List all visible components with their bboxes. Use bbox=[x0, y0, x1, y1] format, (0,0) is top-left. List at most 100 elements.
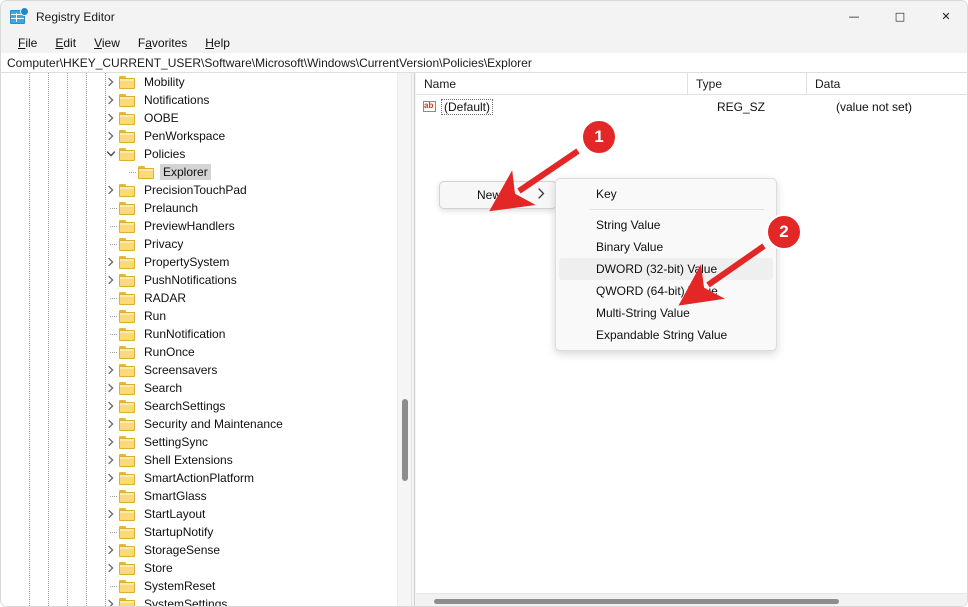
values-column-header: Name Type Data bbox=[416, 73, 967, 95]
tree-item-oobe[interactable]: OOBE bbox=[1, 109, 403, 127]
tree-item-searchsettings[interactable]: SearchSettings bbox=[1, 397, 403, 415]
tree-item-screensavers[interactable]: Screensavers bbox=[1, 361, 403, 379]
chevron-right-icon[interactable] bbox=[105, 505, 117, 523]
tree-item-label: PreviewHandlers bbox=[144, 219, 235, 233]
chevron-right-icon[interactable] bbox=[105, 541, 117, 559]
tree-item-label: SettingSync bbox=[144, 435, 209, 449]
tree-item-storagesense[interactable]: StorageSense bbox=[1, 541, 403, 559]
tree-item-settingsync[interactable]: SettingSync bbox=[1, 433, 403, 451]
tree-item-propertysystem[interactable]: PropertySystem bbox=[1, 253, 403, 271]
tree-item-store[interactable]: Store bbox=[1, 559, 403, 577]
tree-item-privacy[interactable]: Privacy bbox=[1, 235, 403, 253]
minimize-button[interactable]: — bbox=[831, 1, 877, 32]
chevron-right-icon[interactable] bbox=[105, 397, 117, 415]
tree-item-systemreset[interactable]: SystemReset bbox=[1, 577, 403, 595]
chevron-right-icon[interactable] bbox=[105, 271, 117, 289]
close-button[interactable]: ✕ bbox=[923, 1, 967, 32]
tree-item-policies[interactable]: Policies bbox=[1, 145, 403, 163]
chevron-right-icon[interactable] bbox=[105, 559, 117, 577]
tree-leaf-connector bbox=[105, 487, 117, 505]
chevron-right-icon[interactable] bbox=[105, 91, 117, 109]
tree-item-label: Privacy bbox=[144, 237, 184, 251]
tree-scrollbar-thumb[interactable] bbox=[402, 399, 408, 481]
chevron-right-icon[interactable] bbox=[105, 253, 117, 271]
tree-item-previewhandlers[interactable]: PreviewHandlers bbox=[1, 217, 403, 235]
folder-icon bbox=[119, 507, 135, 521]
tree-item-startupnotify[interactable]: StartupNotify bbox=[1, 523, 403, 541]
chevron-down-icon[interactable] bbox=[105, 145, 117, 163]
value-data: (value not set) bbox=[836, 100, 913, 114]
tree-item-label: PenWorkspace bbox=[144, 129, 226, 143]
chevron-right-icon[interactable] bbox=[105, 73, 117, 91]
menu-item-view[interactable]: View bbox=[85, 34, 129, 52]
tree-item-label: RunOnce bbox=[144, 345, 195, 359]
chevron-right-icon[interactable] bbox=[105, 361, 117, 379]
tree-item-search[interactable]: Search bbox=[1, 379, 403, 397]
tree-item-explorer[interactable]: Explorer bbox=[1, 163, 403, 181]
menu-item-file[interactable]: File bbox=[9, 34, 46, 52]
tree-item-runnotification[interactable]: RunNotification bbox=[1, 325, 403, 343]
registry-path: Computer\HKEY_CURRENT_USER\Software\Micr… bbox=[7, 55, 532, 70]
menu-item-binary-value[interactable]: Binary Value bbox=[559, 236, 773, 258]
chevron-right-icon[interactable] bbox=[105, 127, 117, 145]
tree-item-notifications[interactable]: Notifications bbox=[1, 91, 403, 109]
menu-item-edit[interactable]: Edit bbox=[46, 34, 85, 52]
menu-item-qword-64-bit-value[interactable]: QWORD (64-bit) Value bbox=[559, 280, 773, 302]
chevron-right-icon[interactable] bbox=[105, 181, 117, 199]
string-value-icon: ab bbox=[423, 100, 437, 114]
menu-item-dword-32-bit-value[interactable]: DWORD (32-bit) Value bbox=[559, 258, 773, 280]
menu-item-key[interactable]: Key bbox=[559, 183, 773, 205]
tree-leaf-connector bbox=[105, 199, 117, 217]
chevron-right-icon[interactable] bbox=[105, 469, 117, 487]
tree-item-label: Store bbox=[144, 561, 173, 575]
folder-icon bbox=[119, 597, 135, 606]
folder-icon bbox=[119, 363, 135, 377]
chevron-right-icon[interactable] bbox=[105, 451, 117, 469]
tree-item-shell-extensions[interactable]: Shell Extensions bbox=[1, 451, 403, 469]
pane-splitter[interactable] bbox=[411, 73, 415, 606]
tree-item-label: Explorer bbox=[160, 164, 211, 180]
chevron-right-icon[interactable] bbox=[105, 595, 117, 606]
column-header-data[interactable]: Data bbox=[807, 73, 967, 95]
tree-item-prelaunch[interactable]: Prelaunch bbox=[1, 199, 403, 217]
chevron-right-icon[interactable] bbox=[105, 433, 117, 451]
tree-item-run[interactable]: Run bbox=[1, 307, 403, 325]
folder-icon bbox=[119, 399, 135, 413]
folder-icon bbox=[119, 525, 135, 539]
menu-item-favorites[interactable]: Favorites bbox=[129, 34, 196, 52]
registry-key-tree[interactable]: Mobility Notifications OOBE PenWorkspace Pol… bbox=[1, 73, 411, 606]
tree-item-security-and-maintenance[interactable]: Security and Maintenance bbox=[1, 415, 403, 433]
tree-vertical-scrollbar[interactable] bbox=[397, 73, 411, 606]
tree-leaf-connector bbox=[105, 289, 117, 307]
value-row[interactable]: ab (Default) REG_SZ (value not set) bbox=[416, 97, 967, 117]
tree-item-label: Prelaunch bbox=[144, 201, 199, 215]
tree-item-mobility[interactable]: Mobility bbox=[1, 73, 403, 91]
tree-item-precisiontouchpad[interactable]: PrecisionTouchPad bbox=[1, 181, 403, 199]
values-horizontal-scrollbar[interactable] bbox=[416, 593, 967, 606]
tree-item-systemsettings[interactable]: SystemSettings bbox=[1, 595, 403, 606]
chevron-right-icon[interactable] bbox=[105, 415, 117, 433]
tree-item-pushnotifications[interactable]: PushNotifications bbox=[1, 271, 403, 289]
maximize-button[interactable]: □ bbox=[877, 1, 923, 32]
tree-item-startlayout[interactable]: StartLayout bbox=[1, 505, 403, 523]
tree-item-smartactionplatform[interactable]: SmartActionPlatform bbox=[1, 469, 403, 487]
tree-item-runonce[interactable]: RunOnce bbox=[1, 343, 403, 361]
address-bar[interactable]: Computer\HKEY_CURRENT_USER\Software\Micr… bbox=[1, 53, 967, 73]
menu-item-string-value[interactable]: String Value bbox=[559, 214, 773, 236]
new-menu-item[interactable]: New bbox=[439, 181, 557, 209]
tree-item-smartglass[interactable]: SmartGlass bbox=[1, 487, 403, 505]
tree-item-penworkspace[interactable]: PenWorkspace bbox=[1, 127, 403, 145]
chevron-right-icon[interactable] bbox=[105, 379, 117, 397]
tree-item-radar[interactable]: RADAR bbox=[1, 289, 403, 307]
menu-item-multi-string-value[interactable]: Multi-String Value bbox=[559, 302, 773, 324]
folder-icon bbox=[119, 183, 135, 197]
menu-item-expandable-string-value[interactable]: Expandable String Value bbox=[559, 324, 773, 346]
folder-icon bbox=[119, 147, 135, 161]
chevron-right-icon[interactable] bbox=[105, 109, 117, 127]
folder-icon bbox=[138, 165, 154, 179]
values-scrollbar-thumb[interactable] bbox=[434, 599, 839, 604]
new-submenu[interactable]: Key String Value Binary Value DWORD (32-bit… bbox=[555, 178, 777, 351]
column-header-type[interactable]: Type bbox=[688, 73, 807, 95]
menu-item-help[interactable]: Help bbox=[196, 34, 239, 52]
column-header-name[interactable]: Name bbox=[416, 73, 688, 95]
